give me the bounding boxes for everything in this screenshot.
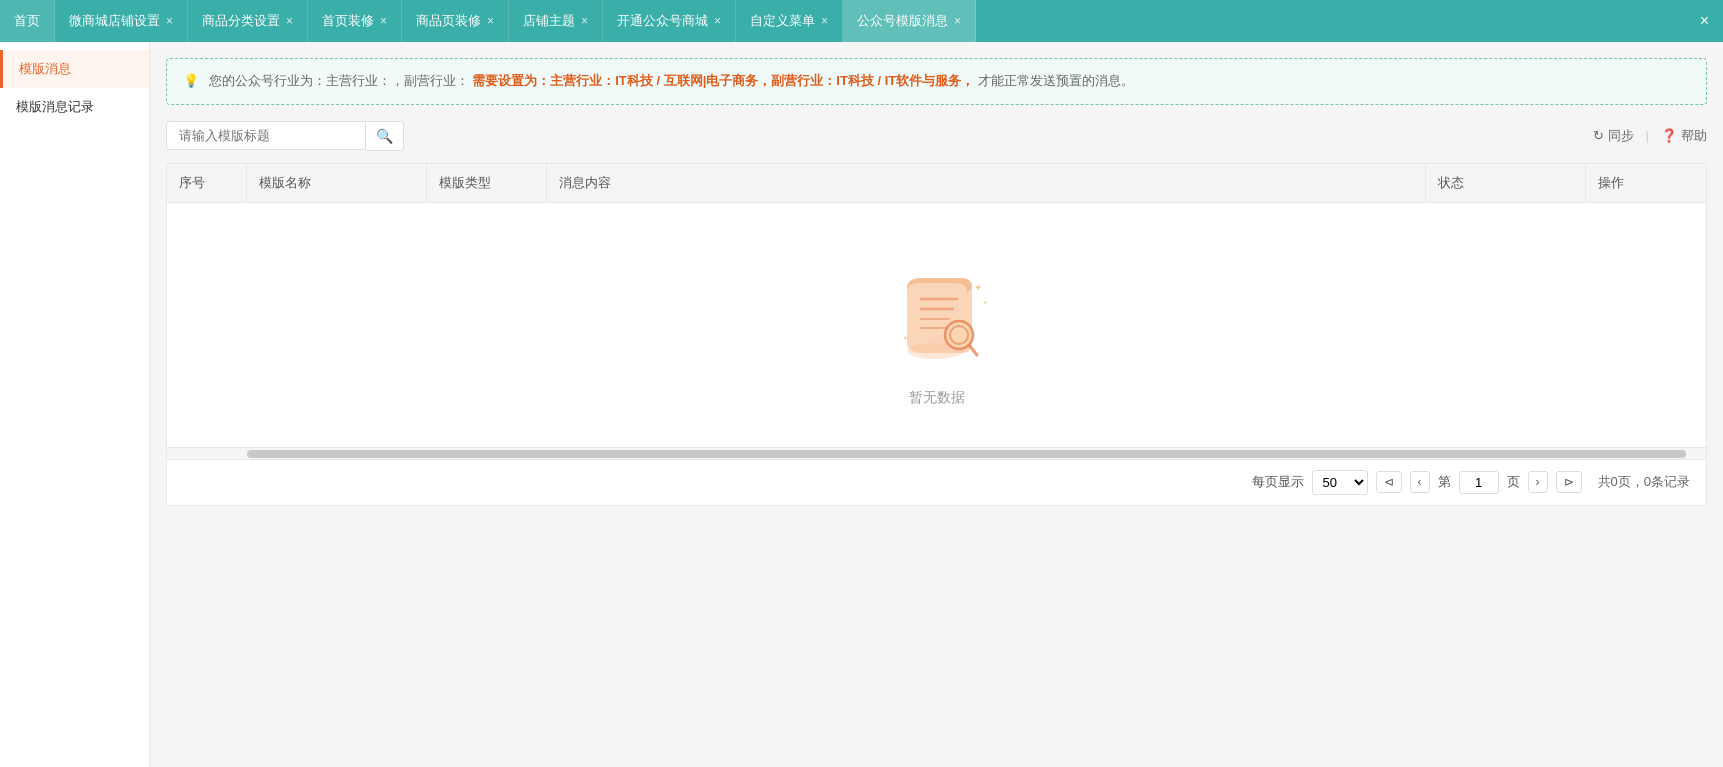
search-icon: 🔍: [376, 128, 393, 144]
nav-tab-shop-theme-close[interactable]: ×: [581, 14, 588, 28]
sync-button[interactable]: ↻ 同步: [1593, 127, 1634, 145]
notice-box: 💡 您的公众号行业为：主营行业：，副营行业： 需要设置为：主营行业：IT科技 /…: [166, 58, 1707, 105]
nav-tab-weshop-close[interactable]: ×: [166, 14, 173, 28]
page-size-select[interactable]: 50 20 100: [1312, 470, 1368, 495]
svg-text:✦: ✦: [982, 299, 988, 306]
nav-tab-shop-theme-label: 店铺主题: [523, 12, 575, 30]
nav-tab-open-mall[interactable]: 开通公众号商城 ×: [603, 0, 736, 42]
nav-tab-home-decor[interactable]: 首页装修 ×: [308, 0, 402, 42]
table-wrap: 序号 模版名称 模版类型 消息内容 状态 操作: [166, 163, 1707, 506]
top-nav: 首页 微商城店铺设置 × 商品分类设置 × 首页装修 × 商品页装修 × 店铺主…: [0, 0, 1723, 42]
nav-tab-home[interactable]: 首页: [0, 0, 55, 42]
notice-prefix: 您的公众号行业为：主营行业：，副营行业：: [209, 73, 469, 88]
nav-tab-home-label: 首页: [14, 12, 40, 30]
sidebar-item-template-msg-label: 模版消息: [19, 61, 71, 76]
nav-tab-open-mall-label: 开通公众号商城: [617, 12, 708, 30]
th-status: 状态: [1426, 164, 1586, 202]
table-header: 序号 模版名称 模版类型 消息内容 状态 操作: [167, 164, 1706, 203]
nav-tab-home-decor-close[interactable]: ×: [380, 14, 387, 28]
nav-tab-template-msg-label: 公众号模版消息: [857, 12, 948, 30]
nav-tab-shop-theme[interactable]: 店铺主题 ×: [509, 0, 603, 42]
pagination: 每页显示 50 20 100 ⊲ ‹ 第 页 › ⊳ 共0页，0条记录: [167, 459, 1706, 505]
empty-icon: ✦ ✦ ✦: [877, 263, 997, 373]
nav-tab-custom-menu-label: 自定义菜单: [750, 12, 815, 30]
sidebar: 模版消息 模版消息记录: [0, 42, 150, 767]
nav-tab-custom-menu-close[interactable]: ×: [821, 14, 828, 28]
th-type: 模版类型: [427, 164, 547, 202]
nav-tab-weshop-label: 微商城店铺设置: [69, 12, 160, 30]
page-label-prefix: 第: [1438, 473, 1451, 491]
search-button[interactable]: 🔍: [366, 121, 404, 151]
th-action: 操作: [1586, 164, 1706, 202]
search-right: ↻ 同步 | ❓ 帮助: [1593, 127, 1707, 145]
sync-icon: ↻: [1593, 128, 1604, 143]
total-info: 共0页，0条记录: [1598, 473, 1690, 491]
main-layout: 模版消息 模版消息记录 💡 您的公众号行业为：主营行业：，副营行业： 需要设置为…: [0, 42, 1723, 767]
th-name: 模版名称: [247, 164, 427, 202]
nav-tab-custom-menu[interactable]: 自定义菜单 ×: [736, 0, 843, 42]
nav-tab-weshop[interactable]: 微商城店铺设置 ×: [55, 0, 188, 42]
svg-line-7: [969, 345, 977, 355]
nav-tab-product-decor-label: 商品页装修: [416, 12, 481, 30]
help-icon: ❓: [1661, 128, 1677, 143]
notice-suffix: 才能正常发送预置的消息。: [978, 73, 1134, 88]
search-left: 🔍: [166, 121, 404, 151]
close-all-button[interactable]: ×: [1686, 12, 1723, 30]
empty-state: ✦ ✦ ✦ 暂无数据: [167, 203, 1706, 447]
help-label: 帮助: [1681, 127, 1707, 145]
notice-icon: 💡: [183, 73, 199, 88]
next-page-button[interactable]: ›: [1528, 471, 1548, 493]
nav-tab-home-decor-label: 首页装修: [322, 12, 374, 30]
last-page-button[interactable]: ⊳: [1556, 471, 1582, 493]
prev-page-button[interactable]: ‹: [1410, 471, 1430, 493]
page-number-input[interactable]: [1459, 471, 1499, 494]
page-size-label: 每页显示: [1252, 473, 1304, 491]
first-page-button[interactable]: ⊲: [1376, 471, 1402, 493]
scrollbar-thumb[interactable]: [247, 450, 1686, 458]
nav-tab-product-decor-close[interactable]: ×: [487, 14, 494, 28]
nav-tab-template-msg[interactable]: 公众号模版消息 ×: [843, 0, 976, 42]
nav-tab-category-close[interactable]: ×: [286, 14, 293, 28]
nav-tab-template-msg-close[interactable]: ×: [954, 14, 961, 28]
sidebar-item-template-records[interactable]: 模版消息记录: [0, 88, 149, 126]
page-label-suffix: 页: [1507, 473, 1520, 491]
svg-text:✦: ✦: [902, 334, 909, 343]
nav-tab-category-label: 商品分类设置: [202, 12, 280, 30]
horizontal-scrollbar[interactable]: [167, 447, 1706, 459]
th-content: 消息内容: [547, 164, 1426, 202]
nav-tab-open-mall-close[interactable]: ×: [714, 14, 721, 28]
nav-tab-category[interactable]: 商品分类设置 ×: [188, 0, 308, 42]
svg-text:✦: ✦: [974, 282, 982, 293]
content-area: 💡 您的公众号行业为：主营行业：，副营行业： 需要设置为：主营行业：IT科技 /…: [150, 42, 1723, 767]
sidebar-item-template-records-label: 模版消息记录: [16, 99, 94, 114]
th-index: 序号: [167, 164, 247, 202]
search-bar: 🔍 ↻ 同步 | ❓ 帮助: [166, 121, 1707, 151]
empty-text: 暂无数据: [909, 389, 965, 407]
notice-highlight: 需要设置为：主营行业：IT科技 / 互联网|电子商务，副营行业：IT科技 / I…: [472, 73, 974, 88]
help-button[interactable]: ❓ 帮助: [1661, 127, 1707, 145]
divider: |: [1646, 128, 1649, 143]
nav-tab-product-decor[interactable]: 商品页装修 ×: [402, 0, 509, 42]
sync-label: 同步: [1608, 127, 1634, 145]
search-input[interactable]: [166, 121, 366, 150]
sidebar-item-template-msg[interactable]: 模版消息: [0, 50, 149, 88]
